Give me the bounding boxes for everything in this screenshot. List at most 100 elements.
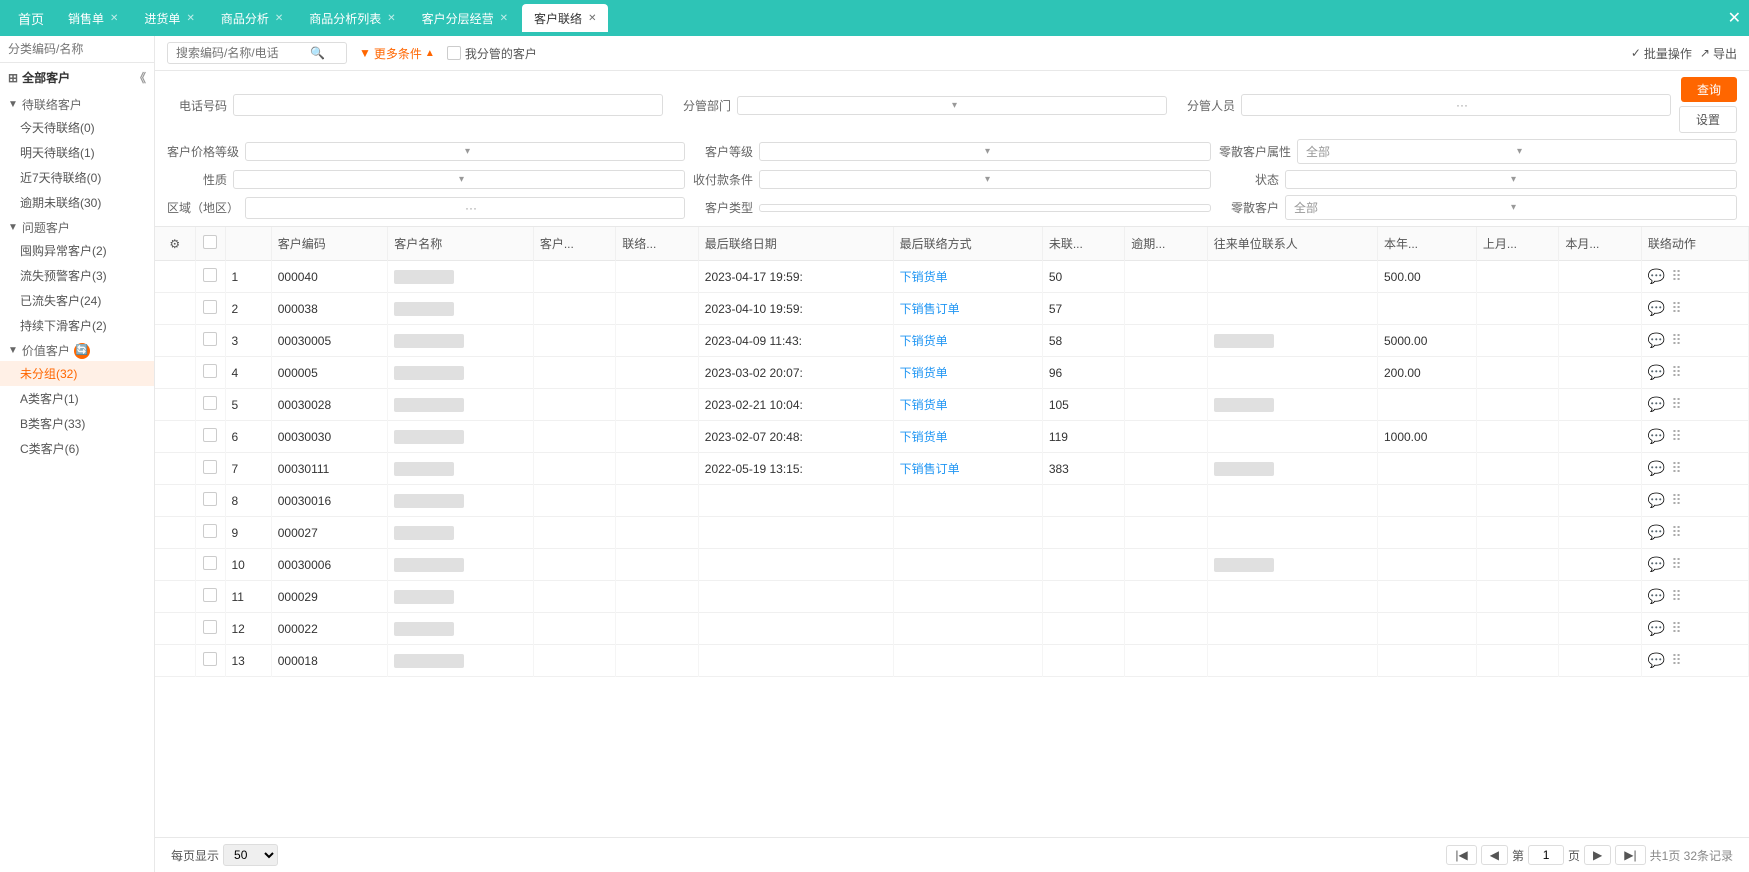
reset-button[interactable]: 设置 [1679, 106, 1737, 133]
sidebar-item-class-b[interactable]: B类客户(33) [0, 411, 154, 436]
last-month-column-header[interactable]: 上月... [1476, 227, 1558, 261]
payment-select[interactable]: ▾ [759, 170, 1211, 189]
export-btn[interactable]: ↗ 导出 [1700, 45, 1737, 62]
customer-level-select[interactable]: ▾ [759, 142, 1211, 161]
checkbox-column-header[interactable] [195, 227, 225, 261]
last-page-btn[interactable]: ▶| [1615, 845, 1645, 865]
first-page-btn[interactable]: |◀ [1446, 845, 1476, 865]
row-checkbox[interactable] [195, 453, 225, 485]
prev-page-btn[interactable]: ◀ [1481, 845, 1508, 865]
select-all-checkbox[interactable] [203, 235, 217, 249]
batch-operation-btn[interactable]: ✓ 批量操作 [1631, 45, 1692, 62]
close-tab-analysis-list[interactable]: ✕ [387, 13, 395, 24]
contact-action-icon[interactable]: 💬 [1648, 652, 1665, 669]
customer-type-column-header[interactable]: 客户... [533, 227, 615, 261]
row-last-contact-way[interactable]: 下销货单 [893, 389, 1042, 421]
contact-action-icon[interactable]: 💬 [1648, 300, 1665, 317]
row-checkbox[interactable] [195, 485, 225, 517]
my-customers-check[interactable] [447, 46, 461, 60]
all-customers-header[interactable]: ⊞ 全部客户 《 [0, 63, 154, 92]
nav-home[interactable]: 首页 [8, 9, 54, 28]
row-checkbox[interactable] [195, 421, 225, 453]
row-last-contact-way[interactable] [893, 613, 1042, 645]
region-select[interactable]: ··· [245, 197, 685, 219]
code-column-header[interactable]: 客户编码 [271, 227, 387, 261]
last-contact-date-column-header[interactable]: 最后联络日期 [698, 227, 893, 261]
close-tab-sales[interactable]: ✕ [110, 13, 118, 24]
nav-tab-purchase[interactable]: 进货单 ✕ [132, 4, 206, 32]
nav-tab-analysis[interactable]: 商品分析 ✕ [209, 4, 295, 32]
settings-column-header[interactable]: ⚙ [155, 227, 195, 261]
row-checkbox[interactable] [195, 613, 225, 645]
phone-input[interactable] [233, 94, 663, 116]
nature-select[interactable]: ▾ [233, 170, 685, 189]
row-last-contact-way[interactable]: 下销货单 [893, 421, 1042, 453]
row-last-contact-way[interactable]: 下销货单 [893, 325, 1042, 357]
page-input[interactable] [1528, 845, 1564, 865]
sidebar-item-tomorrow-pending[interactable]: 明天待联络(1) [0, 140, 154, 165]
region-more-icon[interactable]: ··· [461, 201, 676, 215]
more-action-icon[interactable]: ⠿ [1671, 428, 1681, 445]
nav-tab-customer-seg[interactable]: 客户分层经营 ✕ [410, 4, 520, 32]
close-tab-analysis[interactable]: ✕ [275, 13, 283, 24]
contact-action-icon[interactable]: 💬 [1648, 268, 1665, 285]
customer-type-select[interactable] [759, 204, 1211, 212]
row-last-contact-way[interactable] [893, 485, 1042, 517]
nav-tab-analysis-list[interactable]: 商品分析列表 ✕ [297, 4, 407, 32]
row-checkbox[interactable] [195, 293, 225, 325]
overdue-column-header[interactable]: 逾期... [1125, 227, 1207, 261]
row-last-contact-way[interactable]: 下销货单 [893, 357, 1042, 389]
row-last-contact-way[interactable]: 下销售订单 [893, 293, 1042, 325]
search-icon[interactable]: 🔍 [310, 46, 325, 60]
row-checkbox[interactable] [195, 325, 225, 357]
row-checkbox[interactable] [195, 261, 225, 293]
row-last-contact-way[interactable]: 下销货单 [893, 261, 1042, 293]
contact-action-icon[interactable]: 💬 [1648, 556, 1665, 573]
row-checkbox[interactable] [195, 581, 225, 613]
more-conditions-btn[interactable]: ▼ 更多条件 ▲ [359, 45, 435, 62]
not-contacted-column-header[interactable]: 未联... [1042, 227, 1124, 261]
row-checkbox[interactable] [195, 645, 225, 677]
close-tab-customer-contact[interactable]: ✕ [588, 13, 596, 24]
name-column-header[interactable]: 客户名称 [388, 227, 534, 261]
more-action-icon[interactable]: ⠿ [1671, 556, 1681, 573]
more-action-icon[interactable]: ⠿ [1671, 268, 1681, 285]
problem-group[interactable]: ▼ 问题客户 [0, 215, 154, 238]
row-checkbox[interactable] [195, 517, 225, 549]
more-action-icon[interactable]: ⠿ [1671, 300, 1681, 317]
per-page-select[interactable]: 50 100 200 [223, 844, 278, 866]
my-customers-checkbox[interactable]: 我分管的客户 [447, 45, 537, 62]
sidebar-item-class-a[interactable]: A类客户(1) [0, 386, 154, 411]
close-tab-purchase[interactable]: ✕ [186, 13, 194, 24]
search-input[interactable] [176, 46, 306, 60]
contact-action-icon[interactable]: 💬 [1648, 460, 1665, 477]
partner-contact-column-header[interactable]: 往来单位联系人 [1207, 227, 1377, 261]
sidebar-item-churn-warning[interactable]: 流失预警客户(3) [0, 263, 154, 288]
value-group[interactable]: ▼ 价值客户 🔄 [0, 338, 154, 361]
more-action-icon[interactable]: ⠿ [1671, 460, 1681, 477]
collapse-icon[interactable]: 《 [134, 69, 146, 86]
sidebar-item-class-c[interactable]: C类客户(6) [0, 436, 154, 461]
retail-customer-select[interactable]: 全部 ▾ [1285, 195, 1737, 220]
row-checkbox[interactable] [195, 389, 225, 421]
contact-action-icon[interactable]: 💬 [1648, 524, 1665, 541]
this-month-column-header[interactable]: 本月... [1559, 227, 1641, 261]
contact-action-icon[interactable]: 💬 [1648, 492, 1665, 509]
contact-column-header[interactable]: 联络... [616, 227, 698, 261]
retail-attr-select[interactable]: 全部 ▾ [1297, 139, 1737, 164]
dept-select[interactable]: ▾ [737, 96, 1167, 115]
nav-tab-customer-contact[interactable]: 客户联络 ✕ [522, 4, 608, 32]
row-checkbox[interactable] [195, 549, 225, 581]
query-button[interactable]: 查询 [1681, 77, 1737, 102]
pending-group[interactable]: ▼ 待联络客户 [0, 92, 154, 115]
staff-more-icon[interactable]: ··· [1452, 98, 1662, 112]
contact-action-icon[interactable]: 💬 [1648, 396, 1665, 413]
more-action-icon[interactable]: ⠿ [1671, 588, 1681, 605]
row-checkbox[interactable] [195, 357, 225, 389]
sidebar-item-today-pending[interactable]: 今天待联络(0) [0, 115, 154, 140]
window-close-icon[interactable]: ✕ [1728, 8, 1741, 28]
last-contact-way-column-header[interactable]: 最后联络方式 [893, 227, 1042, 261]
contact-action-icon[interactable]: 💬 [1648, 332, 1665, 349]
row-last-contact-way[interactable] [893, 645, 1042, 677]
contact-action-icon[interactable]: 💬 [1648, 428, 1665, 445]
